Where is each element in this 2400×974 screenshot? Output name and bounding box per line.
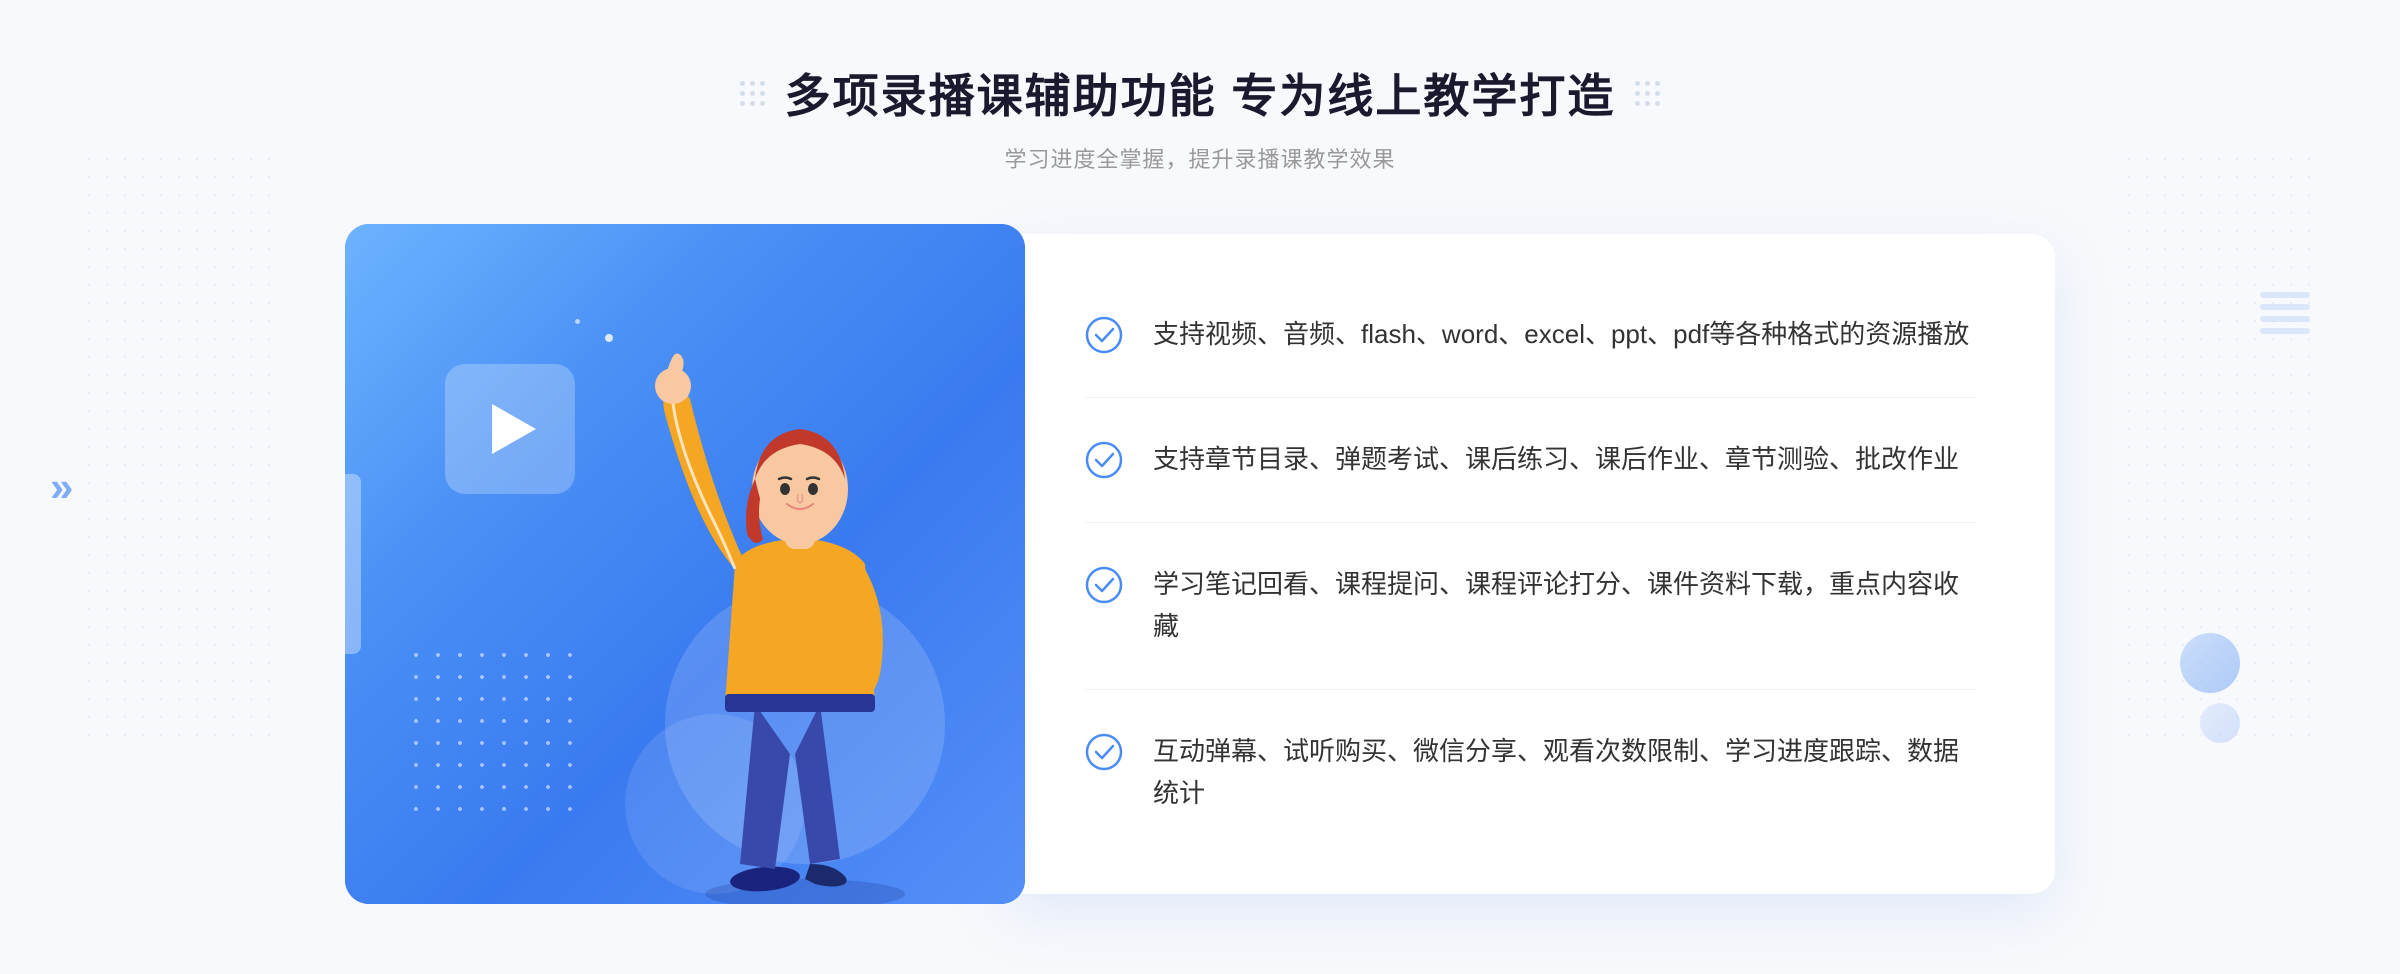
check-circle-icon-3 <box>1085 566 1123 604</box>
feature-item-2: 支持章节目录、弹题考试、课后练习、课后作业、章节测验、批改作业 <box>1085 421 1975 499</box>
play-bubble <box>445 364 575 494</box>
stripe-decoration <box>2260 292 2310 334</box>
feature-text-3: 学习笔记回看、课程提问、课程评论打分、课件资料下载，重点内容收藏 <box>1153 564 1975 647</box>
feature-item-1: 支持视频、音频、flash、word、excel、ppt、pdf等各种格式的资源… <box>1085 296 1975 374</box>
stripe-line-4 <box>2260 328 2310 334</box>
decorator-left-icon <box>740 81 765 106</box>
page-wrapper: » 多项录播课辅助功能 专为线上教学打造 学习进度全掌握，提升录播课教学效果 <box>0 0 2400 974</box>
header-decorators: 多项录播课辅助功能 专为线上教学打造 <box>740 60 1661 126</box>
stripe-line-1 <box>2260 292 2310 298</box>
person-illustration <box>635 304 975 904</box>
dot-pattern-left <box>80 150 280 750</box>
stripe-line-2 <box>2260 304 2310 310</box>
header-section: 多项录播课辅助功能 专为线上教学打造 学习进度全掌握，提升录播课教学效果 <box>740 60 1661 174</box>
feature-text-2: 支持章节目录、弹题考试、课后练习、课后作业、章节测验、批改作业 <box>1153 439 1959 481</box>
subtitle: 学习进度全掌握，提升录播课教学效果 <box>740 142 1661 174</box>
right-decoration <box>2180 633 2240 743</box>
play-icon <box>492 404 536 454</box>
feature-text-4: 互动弹幕、试听购买、微信分享、观看次数限制、学习进度跟踪、数据统计 <box>1153 731 1975 814</box>
stripe-left <box>345 474 361 654</box>
divider-1 <box>1085 397 1975 398</box>
stripe-line-3 <box>2260 316 2310 322</box>
sparkle-2 <box>575 319 580 324</box>
main-title: 多项录播课辅助功能 专为线上教学打造 <box>785 60 1616 126</box>
illustration-dots <box>405 644 585 824</box>
content-area: 支持视频、音频、flash、word、excel、ppt、pdf等各种格式的资源… <box>300 224 2100 904</box>
feature-item-3: 学习笔记回看、课程提问、课程评论打分、课件资料下载，重点内容收藏 <box>1085 546 1975 665</box>
figure-container <box>605 284 1005 904</box>
chevron-left-icon: » <box>50 463 73 511</box>
deco-circle-blue-1 <box>2180 633 2240 693</box>
check-circle-icon-1 <box>1085 316 1123 354</box>
divider-2 <box>1085 522 1975 523</box>
decorator-right-icon <box>1635 81 1660 106</box>
content-panel: 支持视频、音频、flash、word、excel、ppt、pdf等各种格式的资源… <box>1005 234 2055 894</box>
divider-3 <box>1085 689 1975 690</box>
feature-text-1: 支持视频、音频、flash、word、excel、ppt、pdf等各种格式的资源… <box>1153 314 1969 356</box>
illustration-card <box>345 224 1025 904</box>
feature-item-4: 互动弹幕、试听购买、微信分享、观看次数限制、学习进度跟踪、数据统计 <box>1085 713 1975 832</box>
check-circle-icon-4 <box>1085 733 1123 771</box>
check-circle-icon-2 <box>1085 441 1123 479</box>
deco-circle-blue-2 <box>2200 703 2240 743</box>
